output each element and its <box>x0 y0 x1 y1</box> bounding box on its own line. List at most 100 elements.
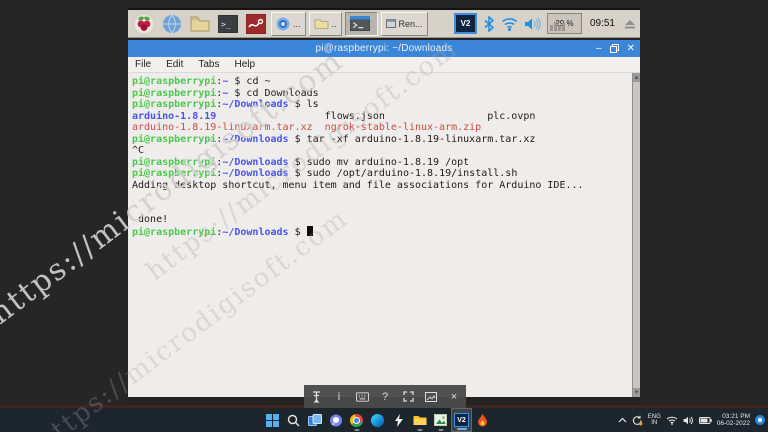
taskbar-button-file-manager[interactable]: .. <box>308 11 342 36</box>
tray-time-label: 03:21 PM <box>722 412 750 420</box>
language-line2: IN <box>651 420 658 426</box>
menu-item-help[interactable]: Help <box>234 59 255 70</box>
terminal-line: arduino-1.8.19-linuxarm.tar.xz ngrok-sta… <box>132 122 482 133</box>
pi-clock[interactable]: 09:51 <box>588 18 617 29</box>
running-indicator <box>438 429 443 431</box>
bluetooth-icon[interactable] <box>483 15 495 32</box>
terminal-launcher-icon[interactable]: >_ <box>215 12 240 36</box>
language-indicator[interactable]: ENG IN <box>648 414 661 427</box>
help-icon[interactable]: ? <box>379 390 392 403</box>
chrome-icon[interactable] <box>346 408 367 432</box>
terminal-line: pi@raspberrypi:~/Downloads $ <box>132 225 630 239</box>
terminal-line: pi@raspberrypi:~/Downloads $ sudo /opt/a… <box>132 168 518 179</box>
terminal-line: pi@raspberrypi:~/Downloads $ tar -xf ard… <box>132 133 536 145</box>
terminal-line: ^C <box>132 145 145 156</box>
file-explorer-icon[interactable] <box>409 408 430 432</box>
pi-tray: V2 29 % 09:51 <box>453 13 637 34</box>
terminal-window: pi@raspberrypi: ~/Downloads – ✕ File Edit… <box>128 40 640 397</box>
terminal-line: pi@raspberrypi:~/Downloads $ ls <box>132 99 319 110</box>
terminal-line: pi@raspberrypi:~ $ cd Downloads <box>132 87 319 99</box>
chromium-icon <box>276 17 290 30</box>
chat-button[interactable] <box>325 408 346 432</box>
menu-item-file[interactable]: File <box>135 59 151 70</box>
globe-icon <box>162 14 181 33</box>
minimize-button[interactable]: – <box>596 43 602 54</box>
taskbar-center-icons: V2 <box>262 408 493 432</box>
vnc-server-icon[interactable]: V2 <box>453 13 477 34</box>
red-app-icon[interactable] <box>243 12 268 36</box>
terminal-line: pi@raspberrypi:~ $ cd ~ <box>132 76 271 87</box>
eject-icon[interactable] <box>623 18 637 30</box>
menu-item-tabs[interactable]: Tabs <box>198 59 219 70</box>
scrollbar-thumb[interactable] <box>633 82 640 388</box>
terminal-line: done! <box>132 214 169 225</box>
tray-wifi-icon[interactable] <box>666 416 678 425</box>
edge-icon[interactable] <box>367 408 388 432</box>
clock-date[interactable]: 03:21 PM 06-02-2022 <box>717 413 750 428</box>
window-controls: – ✕ <box>596 40 635 57</box>
desktop-background: >_ ... .. Ren... V2 29 % 09:51 pi@raspbe… <box>0 0 768 432</box>
terminal-window-icon <box>349 16 370 31</box>
cpu-usage-monitor[interactable]: 29 % <box>546 13 582 34</box>
taskbar-button-label: Ren... <box>398 18 423 29</box>
running-indicator <box>417 429 422 431</box>
terminal-body[interactable]: pi@raspberrypi:~ $ cd ~ pi@raspberrypi:~ … <box>128 73 640 397</box>
folder-window-icon <box>314 19 328 29</box>
start-button[interactable] <box>262 408 283 432</box>
pin-toolbar-icon[interactable] <box>310 390 323 403</box>
pi-taskbar: >_ ... .. Ren... V2 29 % 09:51 <box>128 8 640 38</box>
lightning-app-icon[interactable] <box>388 408 409 432</box>
virtual-keyboard-icon[interactable] <box>355 390 369 403</box>
terminal-titlebar[interactable]: pi@raspberrypi: ~/Downloads – ✕ <box>128 40 640 57</box>
search-button[interactable] <box>283 408 304 432</box>
pi-desktop: >_ ... .. Ren... V2 29 % 09:51 pi@raspbe… <box>128 8 640 407</box>
menu-item-edit[interactable]: Edit <box>166 59 183 70</box>
hidden-icons-chevron[interactable] <box>618 417 627 423</box>
running-indicator <box>354 429 359 431</box>
window-title: pi@raspberrypi: ~/Downloads <box>315 43 453 54</box>
maximize-button[interactable] <box>609 44 619 53</box>
wifi-icon[interactable] <box>501 17 518 31</box>
taskbar-button-label: ... <box>293 18 301 29</box>
folder-icon <box>190 16 209 31</box>
raspberry-menu-icon[interactable] <box>131 12 156 36</box>
terminal-cursor <box>306 225 313 236</box>
update-sync-icon[interactable] <box>632 415 643 426</box>
windows-taskbar: V2 ENG IN 03:21 PM 06-02-2022 <box>0 408 768 432</box>
terminal-line: pi@raspberrypi:~/Downloads $ sudo mv ard… <box>132 156 470 168</box>
cpu-graph-bars <box>549 22 565 31</box>
web-browser-icon[interactable] <box>159 12 184 36</box>
tray-date-label: 06-02-2022 <box>716 420 750 427</box>
terminal-menubar: File Edit Tabs Help <box>128 57 640 73</box>
window-mini-icon <box>385 19 396 28</box>
taskbar-button-renamer[interactable]: Ren... <box>380 11 428 36</box>
taskbar-button-label: .. <box>331 18 337 29</box>
volume-icon[interactable] <box>524 16 541 31</box>
info-icon[interactable]: i <box>333 390 346 403</box>
terminal-line: arduino-1.8.19 flows.json plc.ovpn <box>132 110 536 122</box>
close-toolbar-icon[interactable]: × <box>448 390 461 403</box>
close-button[interactable]: ✕ <box>627 43 635 54</box>
svg-text:>_: >_ <box>221 20 231 29</box>
screenshot-icon[interactable] <box>425 390 438 403</box>
vnc-viewer-icon[interactable]: V2 <box>451 408 472 432</box>
scroll-down-arrow[interactable]: ▼ <box>633 388 640 397</box>
active-indicator <box>456 428 467 430</box>
terminal-output: pi@raspberrypi:~ $ cd ~ pi@raspberrypi:~ … <box>128 73 640 238</box>
flame-app-icon[interactable] <box>472 408 493 432</box>
tray-volume-icon[interactable] <box>683 416 694 425</box>
notification-center-icon[interactable] <box>755 415 765 425</box>
terminal-line: Adding desktop shortcut, menu item and f… <box>132 179 584 191</box>
tray-battery-icon[interactable] <box>698 416 712 425</box>
scroll-up-arrow[interactable]: ▲ <box>633 73 640 82</box>
taskbar-button-chromium[interactable]: ... <box>271 11 306 36</box>
task-view-button[interactable] <box>304 408 325 432</box>
file-manager-icon[interactable] <box>187 12 212 36</box>
raspberry-logo-icon <box>134 14 153 33</box>
photos-app-icon[interactable] <box>430 408 451 432</box>
taskbar-button-terminal[interactable] <box>344 11 378 36</box>
fullscreen-icon[interactable] <box>402 390 415 403</box>
terminal-scrollbar[interactable]: ▲ ▼ <box>632 73 640 397</box>
